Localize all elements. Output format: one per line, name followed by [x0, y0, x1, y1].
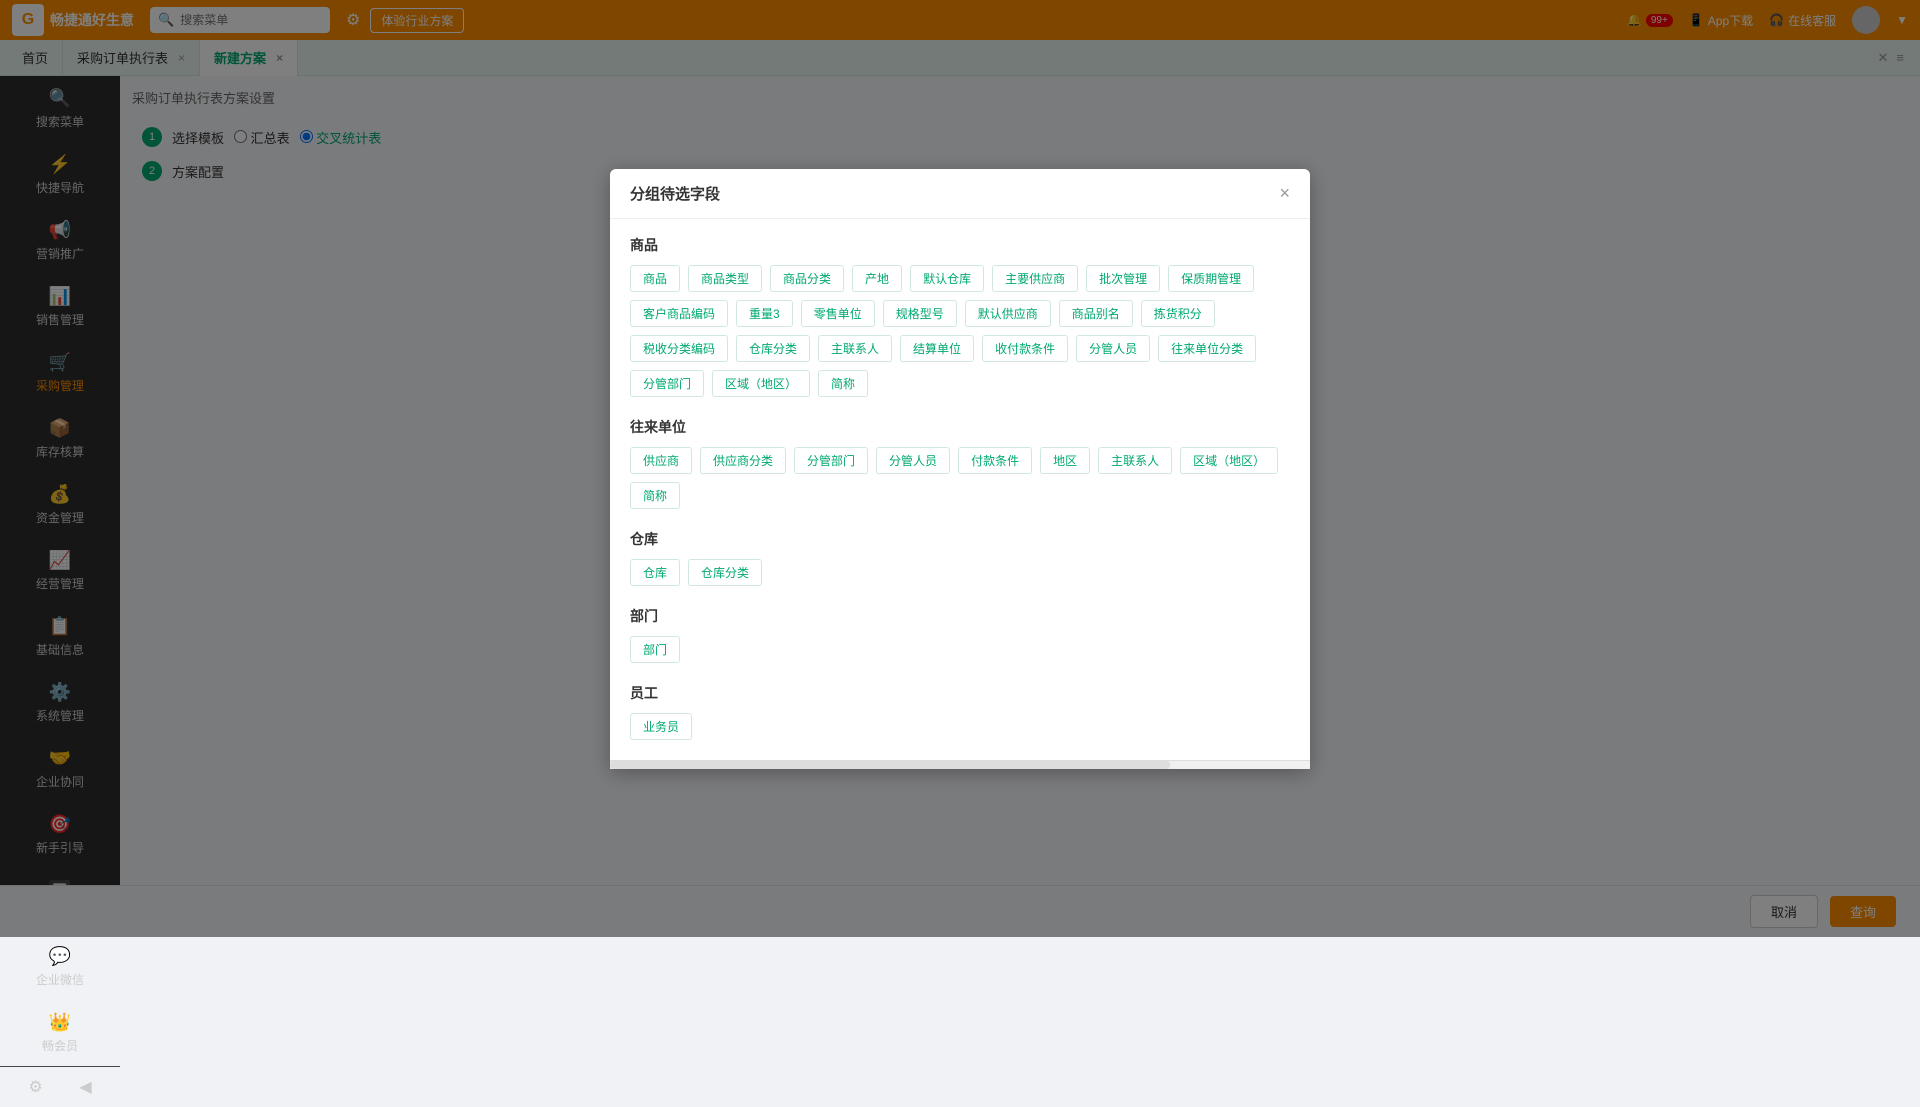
field-tag-default-warehouse[interactable]: 默认仓库: [910, 265, 984, 292]
modal-header: 分组待选字段 ×: [610, 169, 1310, 219]
field-tag-expiry-manage[interactable]: 保质期管理: [1168, 265, 1254, 292]
field-tag-region[interactable]: 区域（地区）: [712, 370, 810, 397]
modal-title: 分组待选字段: [630, 183, 720, 204]
field-tag-warehouse[interactable]: 仓库: [630, 559, 680, 586]
sidebar-member-label: 畅会员: [42, 1037, 78, 1054]
modal-overlay: 分组待选字段 × 商品 商品 商品类型 商品分类 产地 默认仓库 主要供应商 批…: [0, 0, 1920, 937]
section-product: 商品 商品 商品类型 商品分类 产地 默认仓库 主要供应商 批次管理 保质期管理…: [630, 235, 1290, 397]
field-tag-origin[interactable]: 产地: [852, 265, 902, 292]
warehouse-field-grid: 仓库 仓库分类: [630, 559, 1290, 586]
field-tag-partner-abbr[interactable]: 简称: [630, 482, 680, 509]
field-tag-partner-region[interactable]: 区域（地区）: [1180, 447, 1278, 474]
field-tag-dept[interactable]: 分管部门: [630, 370, 704, 397]
wechat-icon: 💬: [49, 946, 71, 967]
modal-close-button[interactable]: ×: [1279, 183, 1290, 204]
modal-horizontal-scrollbar[interactable]: [610, 760, 1310, 768]
modal-body: 商品 商品 商品类型 商品分类 产地 默认仓库 主要供应商 批次管理 保质期管理…: [610, 219, 1310, 761]
field-tag-abbreviation[interactable]: 简称: [818, 370, 868, 397]
field-tag-partner-area[interactable]: 地区: [1040, 447, 1090, 474]
sidebar-item-wechat[interactable]: 💬 企业微信: [0, 934, 120, 1000]
section-partner: 往来单位 供应商 供应商分类 分管部门 分管人员 付款条件 地区 主联系人 区域…: [630, 417, 1290, 509]
field-tag-weight[interactable]: 重量3: [736, 300, 793, 327]
field-tag-partner-category[interactable]: 往来单位分类: [1158, 335, 1256, 362]
field-tag-payment-terms[interactable]: 收付款条件: [982, 335, 1068, 362]
field-tag-default-supplier[interactable]: 默认供应商: [965, 300, 1051, 327]
field-tag-spec-model[interactable]: 规格型号: [883, 300, 957, 327]
field-tag-product-alias[interactable]: 商品别名: [1059, 300, 1133, 327]
section-employee: 员工 业务员: [630, 683, 1290, 740]
employee-field-grid: 业务员: [630, 713, 1290, 740]
section-warehouse-title: 仓库: [630, 529, 1290, 549]
field-tag-supplier-category[interactable]: 供应商分类: [700, 447, 786, 474]
section-department: 部门 部门: [630, 606, 1290, 663]
sidebar-bottom-settings-icon[interactable]: ⚙: [28, 1077, 42, 1097]
field-tag-product[interactable]: 商品: [630, 265, 680, 292]
section-department-title: 部门: [630, 606, 1290, 626]
field-tag-partner-contact[interactable]: 主联系人: [1098, 447, 1172, 474]
sidebar-wechat-label: 企业微信: [36, 971, 84, 988]
section-product-title: 商品: [630, 235, 1290, 255]
field-tag-warehouse-cat[interactable]: 仓库分类: [688, 559, 762, 586]
field-tag-department[interactable]: 部门: [630, 636, 680, 663]
field-tag-picking-points[interactable]: 拣货积分: [1141, 300, 1215, 327]
section-warehouse: 仓库 仓库 仓库分类: [630, 529, 1290, 586]
field-selection-modal: 分组待选字段 × 商品 商品 商品类型 商品分类 产地 默认仓库 主要供应商 批…: [610, 169, 1310, 769]
field-tag-batch-manage[interactable]: 批次管理: [1086, 265, 1160, 292]
section-employee-title: 员工: [630, 683, 1290, 703]
field-tag-retail-unit[interactable]: 零售单位: [801, 300, 875, 327]
field-tag-supplier[interactable]: 供应商: [630, 447, 692, 474]
section-partner-title: 往来单位: [630, 417, 1290, 437]
field-tag-partner-supervisor[interactable]: 分管人员: [876, 447, 950, 474]
field-tag-partner-payment[interactable]: 付款条件: [958, 447, 1032, 474]
sidebar-item-member[interactable]: 👑 畅会员: [0, 1000, 120, 1066]
field-tag-customer-code[interactable]: 客户商品编码: [630, 300, 728, 327]
field-tag-warehouse-category[interactable]: 仓库分类: [736, 335, 810, 362]
field-tag-product-type[interactable]: 商品类型: [688, 265, 762, 292]
field-tag-partner-dept[interactable]: 分管部门: [794, 447, 868, 474]
member-icon: 👑: [49, 1012, 71, 1033]
field-tag-product-category[interactable]: 商品分类: [770, 265, 844, 292]
field-tag-supervisor[interactable]: 分管人员: [1076, 335, 1150, 362]
partner-field-grid: 供应商 供应商分类 分管部门 分管人员 付款条件 地区 主联系人 区域（地区） …: [630, 447, 1290, 509]
field-tag-settlement-unit[interactable]: 结算单位: [900, 335, 974, 362]
field-tag-tax-code[interactable]: 税收分类编码: [630, 335, 728, 362]
field-tag-salesperson[interactable]: 业务员: [630, 713, 692, 740]
sidebar-bottom-collapse-icon[interactable]: ◀: [79, 1077, 91, 1097]
field-tag-main-contact[interactable]: 主联系人: [818, 335, 892, 362]
field-tag-main-supplier[interactable]: 主要供应商: [992, 265, 1078, 292]
product-field-grid: 商品 商品类型 商品分类 产地 默认仓库 主要供应商 批次管理 保质期管理 客户…: [630, 265, 1290, 397]
department-field-grid: 部门: [630, 636, 1290, 663]
